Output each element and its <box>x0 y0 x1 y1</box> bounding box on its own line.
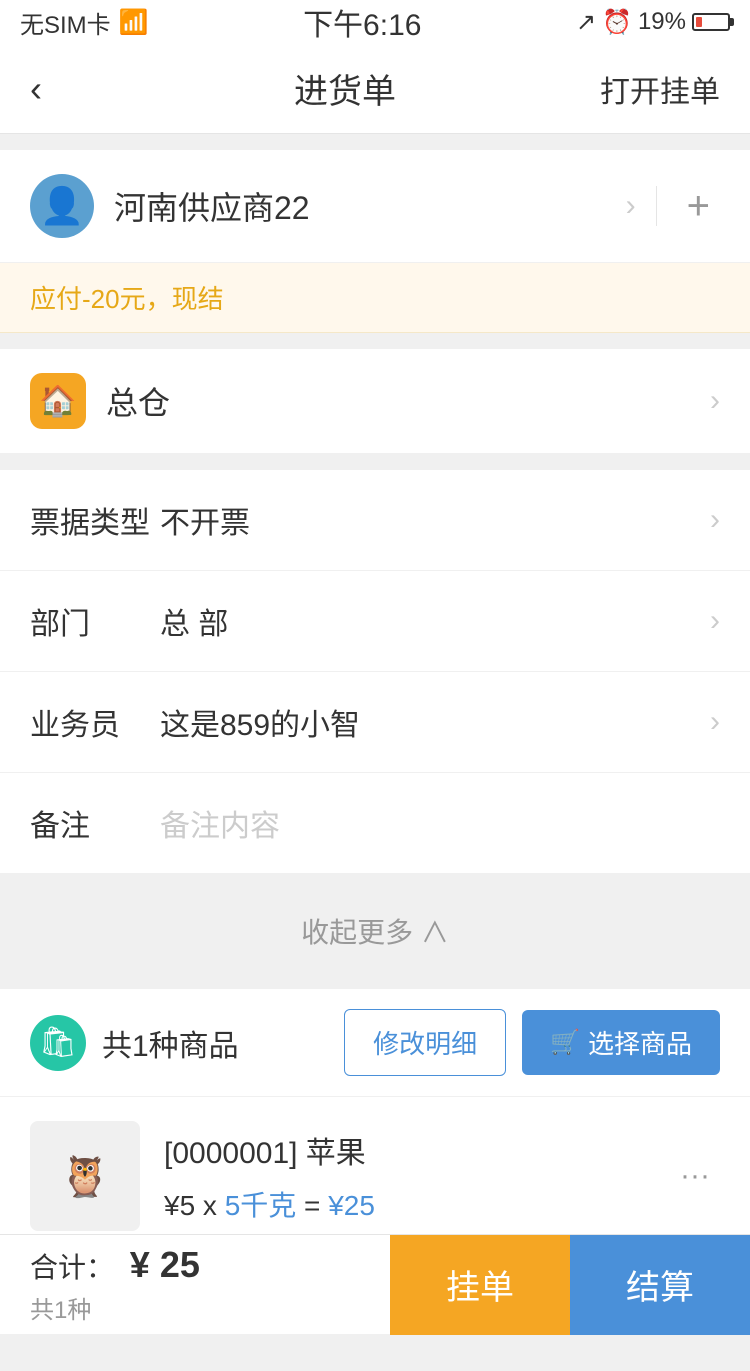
product-item: 🦉 [0000001] 苹果 ¥5 x 5千克 = ¥25 ··· <box>0 1096 750 1255</box>
quantity-value: 5千克 <box>225 1190 297 1221</box>
warehouse-row[interactable]: 🏠 总仓 › <box>0 349 750 453</box>
product-title: 苹果 <box>306 1137 366 1170</box>
supplier-avatar: 👤 <box>30 174 94 238</box>
status-right: ↗ ⏰ 19% <box>576 8 730 37</box>
back-button[interactable]: ‹ <box>30 68 90 110</box>
status-bar: 无SIM卡 📶 下午6:16 ↗ ⏰ 19% <box>0 0 750 44</box>
product-thumbnail: 🦉 <box>30 1121 140 1231</box>
status-left: 无SIM卡 📶 <box>20 5 149 40</box>
battery-percent: 19% <box>638 8 686 36</box>
products-icon-bg: 🛍 <box>30 1015 86 1071</box>
dept-value: 总 部 <box>160 599 710 643</box>
hang-button[interactable]: 挂单 <box>390 1235 570 1335</box>
open-hang-button[interactable]: 打开挂单 <box>600 67 720 111</box>
battery-icon <box>692 13 730 31</box>
dept-row[interactable]: 部门 总 部 › <box>0 570 750 671</box>
supplier-chevron-icon: › <box>626 189 636 223</box>
invoice-row[interactable]: 票据类型 不开票 › <box>0 469 750 570</box>
total-price: ¥25 <box>328 1190 375 1221</box>
products-header: 🛍 共1种商品 修改明细 🛒 选择商品 <box>0 989 750 1096</box>
warehouse-card: 🏠 总仓 › <box>0 349 750 453</box>
invoice-label: 票据类型 <box>30 498 160 542</box>
cart-icon: 🛒 <box>550 1028 580 1057</box>
nav-bar: ‹ 进货单 打开挂单 <box>0 44 750 134</box>
warehouse-chevron-icon: › <box>710 384 720 418</box>
dept-chevron-icon: › <box>710 604 720 638</box>
warehouse-icon-bg: 🏠 <box>30 373 86 429</box>
product-price: ¥5 x 5千克 = ¥25 <box>164 1184 670 1224</box>
content: 👤 河南供应商22 › + 应付-20元，现结 🏠 总仓 › 票据类型 不开票 … <box>0 134 750 1371</box>
product-name: [0000001] 苹果 <box>164 1128 670 1172</box>
product-more-button[interactable]: ··· <box>670 1149 720 1203</box>
wifi-icon: 📶 <box>119 8 149 37</box>
unit-price: ¥5 x <box>164 1190 225 1221</box>
sales-value: 这是859的小智 <box>160 700 710 744</box>
sales-label: 业务员 <box>30 700 160 744</box>
product-info: [0000001] 苹果 ¥5 x 5千克 = ¥25 <box>164 1128 670 1224</box>
total-count: 共1种 <box>30 1290 360 1325</box>
dept-label: 部门 <box>30 599 160 643</box>
person-icon: 👤 <box>40 185 85 227</box>
product-thumb-icon: 🦉 <box>60 1153 110 1200</box>
remark-input[interactable]: 备注内容 <box>160 801 720 845</box>
sales-chevron-icon: › <box>710 705 720 739</box>
remark-label: 备注 <box>30 801 160 845</box>
supplier-notice: 应付-20元，现结 <box>0 263 750 333</box>
select-product-button[interactable]: 🛒 选择商品 <box>522 1010 720 1075</box>
checkout-button[interactable]: 结算 <box>570 1235 750 1335</box>
home-icon: 🏠 <box>39 384 76 419</box>
bottom-bar: 合计： ¥ 25 共1种 挂单 结算 <box>0 1234 750 1334</box>
shopping-icon: 🛍 <box>39 1025 77 1060</box>
carrier-label: 无SIM卡 <box>20 5 111 40</box>
warehouse-name: 总仓 <box>106 378 710 424</box>
select-product-label: 选择商品 <box>588 1024 692 1061</box>
supplier-card: 👤 河南供应商22 › + 应付-20元，现结 <box>0 150 750 333</box>
alarm-icon: ⏰ <box>602 8 632 37</box>
collapse-bar[interactable]: 收起更多 ∧ <box>0 889 750 973</box>
edit-detail-button[interactable]: 修改明细 <box>344 1009 506 1076</box>
location-icon: ↗ <box>576 8 596 37</box>
total-section: 合计： ¥ 25 共1种 <box>0 1244 390 1325</box>
page-title: 进货单 <box>294 64 396 113</box>
supplier-row[interactable]: 👤 河南供应商22 › + <box>0 150 750 263</box>
total-label: 合计： <box>30 1252 114 1283</box>
total-amount: ¥ 25 <box>130 1244 200 1285</box>
invoice-chevron-icon: › <box>710 503 720 537</box>
supplier-name: 河南供应商22 <box>114 183 626 229</box>
sales-row[interactable]: 业务员 这是859的小智 › <box>0 671 750 772</box>
invoice-value: 不开票 <box>160 498 710 542</box>
products-count: 共1种商品 <box>102 1021 344 1065</box>
add-supplier-button[interactable]: + <box>677 184 720 229</box>
product-code: [0000001] <box>164 1137 306 1170</box>
time-label: 下午6:16 <box>303 0 421 44</box>
form-card: 票据类型 不开票 › 部门 总 部 › 业务员 这是859的小智 › 备注 备注… <box>0 469 750 873</box>
vertical-divider <box>656 186 657 226</box>
remark-row[interactable]: 备注 备注内容 <box>0 772 750 873</box>
equals-sign: = <box>296 1190 328 1221</box>
